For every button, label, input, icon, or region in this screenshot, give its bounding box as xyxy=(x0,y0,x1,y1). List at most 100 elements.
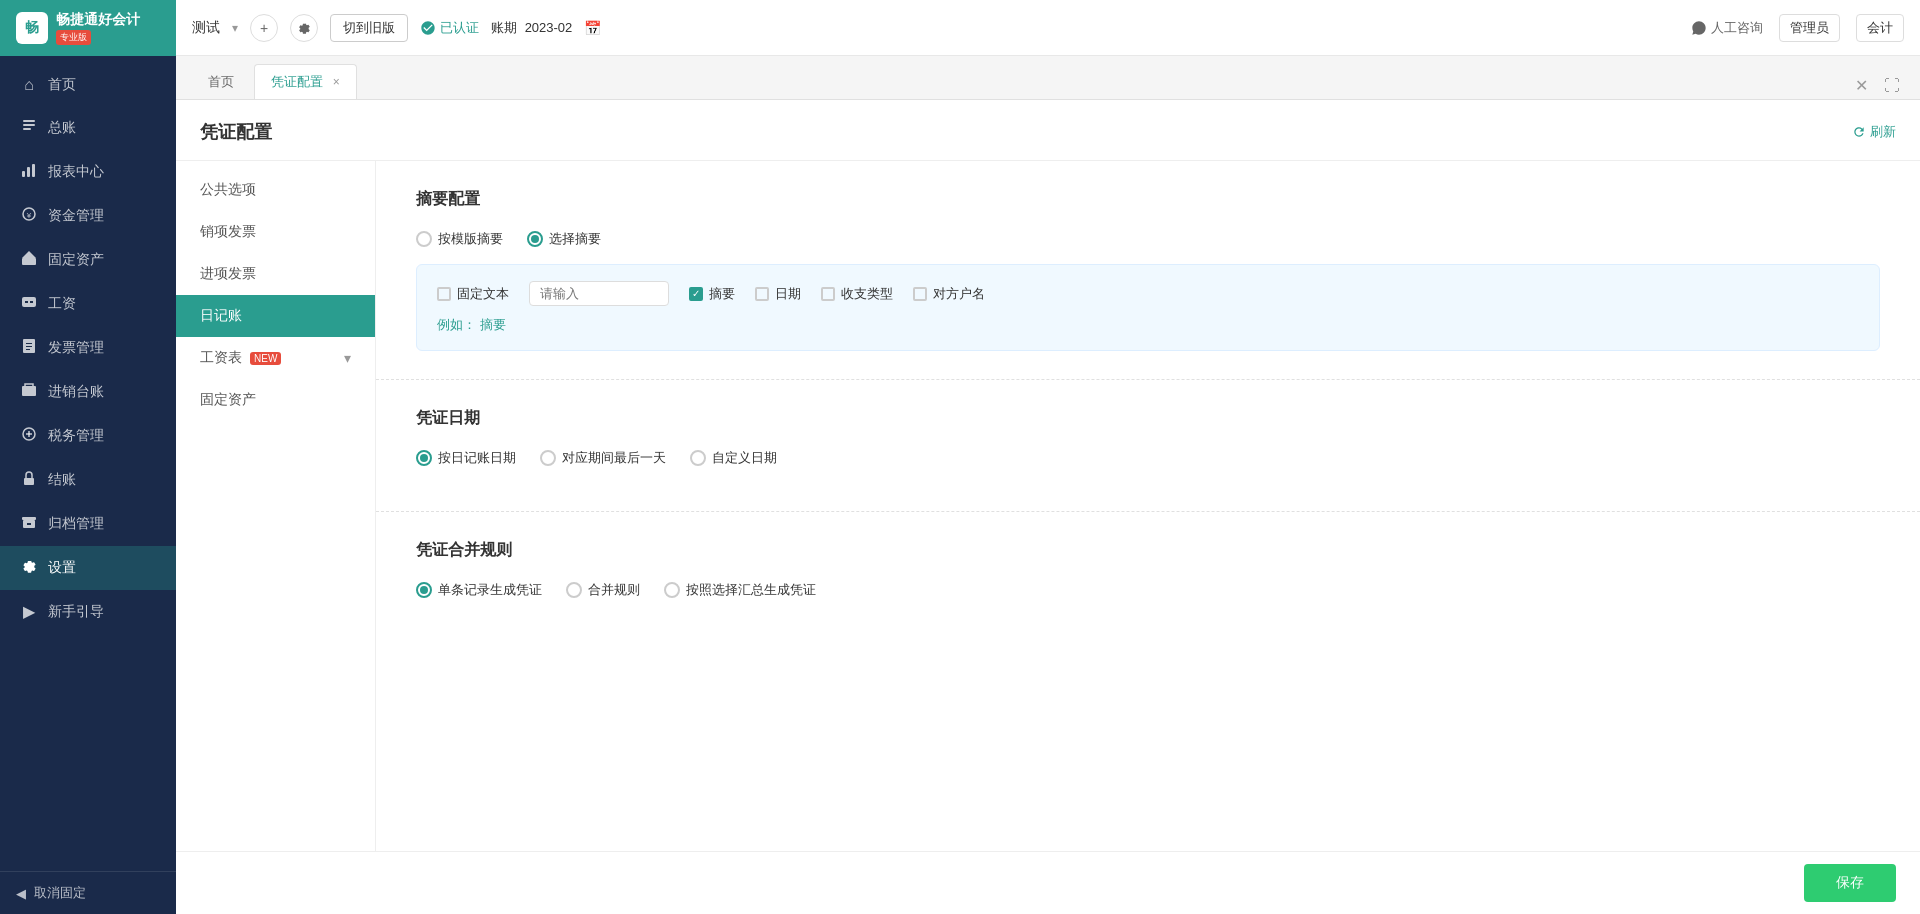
income-expense-label: 收支类型 xyxy=(841,285,893,303)
tax-icon xyxy=(20,426,38,446)
summary-checkbox: ✓ xyxy=(689,287,703,301)
sidebar-item-home[interactable]: ⌂ 首页 xyxy=(0,64,176,106)
close-tab-icon[interactable]: ✕ xyxy=(1851,72,1872,99)
nav-sales-invoice[interactable]: 销项发票 xyxy=(176,211,375,253)
content-area: 公共选项 销项发票 进项发票 日记账 工资表 NEW ▾ 固定资产 摘要配置 按… xyxy=(176,161,1920,914)
nav-purchase-invoice[interactable]: 进项发票 xyxy=(176,253,375,295)
svg-rect-21 xyxy=(24,478,34,485)
summary-title: 摘要配置 xyxy=(416,189,1880,210)
refresh-btn[interactable]: 刷新 xyxy=(1852,123,1896,141)
radio-summary-generate[interactable]: 按照选择汇总生成凭证 xyxy=(664,581,816,599)
svg-rect-22 xyxy=(22,517,36,520)
page-title: 凭证配置 xyxy=(200,120,272,144)
svg-marker-9 xyxy=(22,251,36,258)
counterpart-checkbox xyxy=(913,287,927,301)
funds-icon: ¥ xyxy=(20,206,38,226)
radio-single-record[interactable]: 单条记录生成凭证 xyxy=(416,581,542,599)
summary-options: 固定文本 ✓ 摘要 日期 收支类型 xyxy=(437,281,1859,306)
refresh-label: 刷新 xyxy=(1870,123,1896,141)
checkbox-summary[interactable]: ✓ 摘要 xyxy=(689,285,735,303)
radio-period-last[interactable]: 对应期间最后一天 xyxy=(540,449,666,467)
sidebar-item-reports[interactable]: 报表中心 xyxy=(0,150,176,194)
switch-old-version-btn[interactable]: 切到旧版 xyxy=(330,14,408,42)
sidebar-item-settings[interactable]: 设置 xyxy=(0,546,176,590)
sidebar-label-tax: 税务管理 xyxy=(48,427,104,445)
svg-rect-4 xyxy=(27,167,30,177)
logo-name: 畅捷通好会计 xyxy=(56,11,140,28)
consult-btn[interactable]: 人工咨询 xyxy=(1691,19,1763,37)
home-icon: ⌂ xyxy=(20,76,38,94)
sidebar-item-invoice-mgmt[interactable]: 发票管理 xyxy=(0,326,176,370)
svg-rect-11 xyxy=(25,301,28,303)
tab-config-close[interactable]: × xyxy=(333,75,340,89)
checkbox-fixed-text[interactable]: 固定文本 xyxy=(437,285,509,303)
sales-purchase-icon xyxy=(20,382,38,402)
nav-journal[interactable]: 日记账 xyxy=(176,295,375,337)
sidebar-item-funds[interactable]: ¥ 资金管理 xyxy=(0,194,176,238)
assets-icon xyxy=(20,250,38,270)
pro-badge: 专业版 xyxy=(56,30,91,45)
checkbox-date[interactable]: 日期 xyxy=(755,285,801,303)
admin-btn[interactable]: 管理员 xyxy=(1779,14,1840,42)
payroll-chevron-icon: ▾ xyxy=(344,350,351,366)
sidebar-item-tax[interactable]: 税务管理 xyxy=(0,414,176,458)
svg-rect-10 xyxy=(22,297,36,307)
main-content: 凭证配置 刷新 公共选项 销项发票 进项发票 日记账 工资表 NEW ▾ 固定资… xyxy=(176,100,1920,914)
sidebar-label-close: 结账 xyxy=(48,471,76,489)
svg-rect-17 xyxy=(22,386,36,396)
nav-payroll-table[interactable]: 工资表 NEW ▾ xyxy=(176,337,375,379)
topbar-right: 人工咨询 管理员 会计 xyxy=(1691,14,1904,42)
sidebar-item-guide[interactable]: ▶ 新手引导 xyxy=(0,590,176,633)
radio-custom-date[interactable]: 自定义日期 xyxy=(690,449,777,467)
nav-public[interactable]: 公共选项 xyxy=(176,169,375,211)
date-label: 日期 xyxy=(775,285,801,303)
tab-home[interactable]: 首页 xyxy=(192,65,250,99)
project-dropdown-icon[interactable]: ▾ xyxy=(232,21,238,35)
save-button[interactable]: 保存 xyxy=(1804,864,1896,902)
summary-label: 摘要 xyxy=(709,285,735,303)
nav-fixed-assets[interactable]: 固定资产 xyxy=(176,379,375,421)
fixed-text-input[interactable] xyxy=(529,281,669,306)
radio-template-summary[interactable]: 按模版摘要 xyxy=(416,230,503,248)
project-name: 测试 xyxy=(192,19,220,37)
cancel-fixed-btn[interactable]: ◀ 取消固定 xyxy=(0,871,176,914)
merge-rules-circle xyxy=(566,582,582,598)
sidebar-item-sales-purchase[interactable]: 进销台账 xyxy=(0,370,176,414)
sidebar-item-assets[interactable]: 固定资产 xyxy=(0,238,176,282)
tabbar-actions: ✕ ⛶ xyxy=(361,72,1904,99)
tab-config-label: 凭证配置 xyxy=(271,74,323,89)
settings-gear-btn[interactable] xyxy=(290,14,318,42)
svg-rect-24 xyxy=(27,523,31,525)
sidebar: 畅 畅捷通好会计 专业版 ⌂ 首页 总账 报表中心 ¥ xyxy=(0,0,176,914)
radio-select-circle xyxy=(527,231,543,247)
calendar-icon[interactable]: 📅 xyxy=(584,20,601,36)
radio-select-summary[interactable]: 选择摘要 xyxy=(527,230,601,248)
radio-journal-date[interactable]: 按日记账日期 xyxy=(416,449,516,467)
accountant-btn[interactable]: 会计 xyxy=(1856,14,1904,42)
tab-config[interactable]: 凭证配置 × xyxy=(254,64,357,99)
sidebar-item-ledger[interactable]: 总账 xyxy=(0,106,176,150)
radio-merge-rules[interactable]: 合并规则 xyxy=(566,581,640,599)
sidebar-label-assets: 固定资产 xyxy=(48,251,104,269)
expand-icon[interactable]: ⛶ xyxy=(1880,73,1904,99)
sidebar-scroll: ⌂ 首页 总账 报表中心 ¥ 资金管理 固定资产 xyxy=(0,56,176,871)
add-project-btn[interactable]: + xyxy=(250,14,278,42)
topbar: 测试 ▾ + 切到旧版 已认证 账期 2023-02 📅 人工咨询 管理员 会计 xyxy=(176,0,1920,56)
sidebar-item-payroll[interactable]: 工资 xyxy=(0,282,176,326)
sidebar-item-archive[interactable]: 归档管理 xyxy=(0,502,176,546)
sidebar-item-close[interactable]: 结账 xyxy=(0,458,176,502)
svg-rect-0 xyxy=(23,120,35,122)
date-checkbox xyxy=(755,287,769,301)
close-accounting-icon xyxy=(20,470,38,490)
journal-date-circle xyxy=(416,450,432,466)
sidebar-label-sales-purchase: 进销台账 xyxy=(48,383,104,401)
checkbox-income-expense[interactable]: 收支类型 xyxy=(821,285,893,303)
invoice-mgmt-icon xyxy=(20,338,38,358)
fixed-text-label: 固定文本 xyxy=(457,285,509,303)
svg-rect-2 xyxy=(23,128,31,130)
single-record-label: 单条记录生成凭证 xyxy=(438,581,542,599)
checkbox-counterpart[interactable]: 对方户名 xyxy=(913,285,985,303)
tabbar: 首页 凭证配置 × ✕ ⛶ xyxy=(176,56,1920,100)
summary-config-box: 固定文本 ✓ 摘要 日期 收支类型 xyxy=(416,264,1880,351)
summary-radio-group: 按模版摘要 选择摘要 xyxy=(416,230,1880,248)
